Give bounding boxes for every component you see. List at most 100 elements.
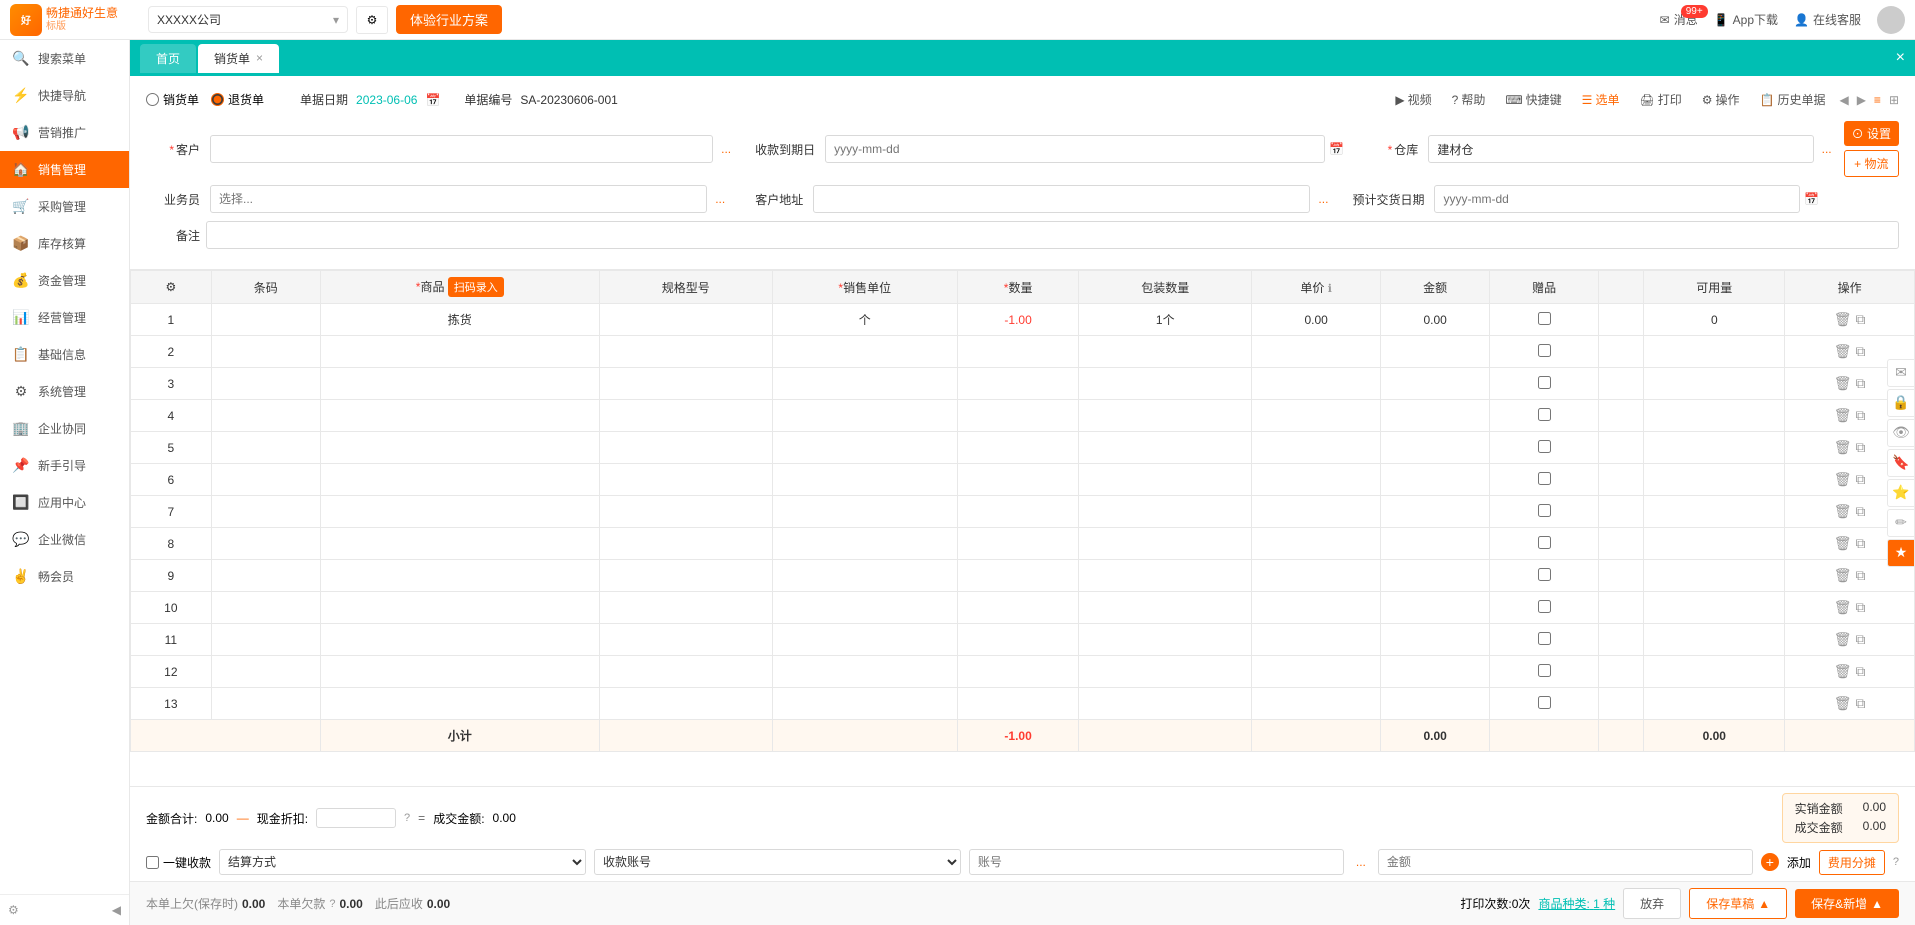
avatar[interactable] xyxy=(1877,6,1905,34)
delete-row-icon[interactable]: 🗑 xyxy=(1834,631,1852,648)
float-bookmark-btn[interactable]: 🔖 xyxy=(1887,449,1915,477)
sidebar-item-finance[interactable]: 💰 资金管理 xyxy=(0,262,129,299)
gift-checkbox-4[interactable] xyxy=(1538,408,1551,421)
operation-btn[interactable]: ⚙ 操作 xyxy=(1696,88,1746,111)
radio-sale-order[interactable]: 销货单 xyxy=(146,91,199,108)
account-dots-btn[interactable]: ... xyxy=(1352,855,1370,869)
warehouse-input[interactable] xyxy=(1428,135,1813,163)
gift-checkbox-8[interactable] xyxy=(1538,536,1551,549)
gift-checkbox-3[interactable] xyxy=(1538,376,1551,389)
help-btn[interactable]: ? 帮助 xyxy=(1446,88,1492,111)
copy-row-icon[interactable]: ⧉ xyxy=(1856,695,1866,712)
address-dots-btn[interactable]: ... xyxy=(1314,192,1332,206)
sidebar-item-sales[interactable]: 🏠 销售管理 xyxy=(0,151,129,188)
gift-checkbox-7[interactable] xyxy=(1538,504,1551,517)
company-selector[interactable]: XXXXX公司 ▾ xyxy=(148,6,348,33)
add-amount-btn[interactable]: + xyxy=(1761,853,1779,871)
gift-checkbox-12[interactable] xyxy=(1538,664,1551,677)
discard-button[interactable]: 放弃 xyxy=(1623,888,1681,919)
float-message-btn[interactable]: ✉ xyxy=(1887,359,1915,387)
cash-discount-input[interactable] xyxy=(316,808,396,828)
calc-method-select[interactable]: 结算方式 xyxy=(219,849,586,875)
message-button[interactable]: ✉ 消息 99+ xyxy=(1660,11,1698,28)
salesperson-dots-btn[interactable]: ... xyxy=(711,192,729,206)
gift-checkbox-11[interactable] xyxy=(1538,632,1551,645)
history-btn[interactable]: 📋 历史单据 xyxy=(1753,88,1831,111)
scan-btn[interactable]: 扫码录入 xyxy=(448,277,504,297)
tab-close-icon[interactable]: × xyxy=(256,51,263,65)
app-download-button[interactable]: 📱 App下载 xyxy=(1714,11,1778,28)
copy-row-icon[interactable]: ⧉ xyxy=(1856,599,1866,616)
delete-row-icon[interactable]: 🗑 xyxy=(1834,343,1852,360)
warehouse-dots-btn[interactable]: ... xyxy=(1818,142,1836,156)
account-no-input[interactable] xyxy=(969,849,1344,875)
copy-row-icon[interactable]: ⧉ xyxy=(1856,567,1866,584)
copy-row-icon[interactable]: ⧉ xyxy=(1856,535,1866,552)
logistics-btn[interactable]: + 物流 xyxy=(1844,150,1899,177)
copy-row-icon[interactable]: ⧉ xyxy=(1856,663,1866,680)
prev-icon[interactable]: ◀ xyxy=(1839,93,1848,107)
float-star-btn[interactable]: ⭐ xyxy=(1887,479,1915,507)
sidebar-collapse-icon[interactable]: ◀ xyxy=(112,903,121,917)
close-all-tabs-icon[interactable]: × xyxy=(1896,49,1905,67)
delete-row-icon[interactable]: 🗑 xyxy=(1834,375,1852,392)
float-orange-btn[interactable]: ★ xyxy=(1887,539,1915,567)
gift-checkbox-2[interactable] xyxy=(1538,344,1551,357)
one-click-pay-checkbox[interactable] xyxy=(146,856,159,869)
sidebar-item-newbie[interactable]: 📌 新手引导 xyxy=(0,447,129,484)
copy-row-icon[interactable]: ⧉ xyxy=(1856,439,1866,456)
sidebar-item-system[interactable]: ⚙ 系统管理 xyxy=(0,373,129,410)
float-edit-btn[interactable]: ✏ xyxy=(1887,509,1915,537)
due-date-calendar-icon[interactable]: 📅 xyxy=(1329,142,1344,156)
settings-btn[interactable]: ⊙ 设置 xyxy=(1844,121,1899,146)
sidebar-item-wechat[interactable]: 💬 企业微信 xyxy=(0,521,129,558)
sidebar-settings-icon[interactable]: ⚙ xyxy=(8,903,19,917)
sidebar-item-quick-nav[interactable]: ⚡ 快捷导航 xyxy=(0,77,129,114)
due-date-input[interactable] xyxy=(825,135,1325,163)
gift-checkbox-1[interactable] xyxy=(1538,312,1551,325)
customer-dots-btn[interactable]: ... xyxy=(717,142,735,156)
gift-checkbox-6[interactable] xyxy=(1538,472,1551,485)
copy-row-icon[interactable]: ⧉ xyxy=(1856,343,1866,360)
amount-input[interactable] xyxy=(1378,849,1753,875)
sidebar-item-inventory[interactable]: 📦 库存核算 xyxy=(0,225,129,262)
expected-date-calendar-icon[interactable]: 📅 xyxy=(1804,192,1819,206)
sidebar-item-search[interactable]: 🔍 搜索菜单 xyxy=(0,40,129,77)
save-new-button[interactable]: 保存&新增 ▲ xyxy=(1795,889,1899,918)
save-draft-button[interactable]: 保存草稿 ▲ xyxy=(1689,888,1787,919)
delete-row-icon[interactable]: 🗑 xyxy=(1834,311,1852,328)
video-btn[interactable]: ▶ 视频 xyxy=(1389,88,1437,111)
th-settings[interactable]: ⚙ xyxy=(131,271,212,304)
gift-checkbox-13[interactable] xyxy=(1538,696,1551,709)
next-icon[interactable]: ▶ xyxy=(1857,93,1866,107)
delete-row-icon[interactable]: 🗑 xyxy=(1834,599,1852,616)
copy-row-icon[interactable]: ⧉ xyxy=(1856,471,1866,488)
copy-row-icon[interactable]: ⧉ xyxy=(1856,503,1866,520)
expense-info-icon[interactable]: ? xyxy=(1893,856,1899,868)
gift-checkbox-10[interactable] xyxy=(1538,600,1551,613)
print-btn[interactable]: 🖨 打印 xyxy=(1633,88,1687,111)
settings-icon[interactable]: ⚙ xyxy=(356,6,388,34)
due-info-icon[interactable]: ? xyxy=(329,898,335,910)
sidebar-item-marketing[interactable]: 📢 营销推广 xyxy=(0,114,129,151)
select-order-btn[interactable]: ☰ 选单 xyxy=(1576,88,1626,111)
copy-row-icon[interactable]: ⧉ xyxy=(1856,375,1866,392)
grid-view-icon[interactable]: ⊞ xyxy=(1889,93,1899,107)
shortcut-btn[interactable]: ⌨ 快捷键 xyxy=(1499,88,1567,111)
expense-split-btn[interactable]: 费用分摊 xyxy=(1819,850,1885,875)
gift-checkbox-9[interactable] xyxy=(1538,568,1551,581)
float-lock-btn[interactable]: 🔒 xyxy=(1887,389,1915,417)
expected-date-input[interactable] xyxy=(1434,185,1800,213)
delete-row-icon[interactable]: 🗑 xyxy=(1834,407,1852,424)
remarks-input[interactable] xyxy=(206,221,1899,249)
delete-row-icon[interactable]: 🗑 xyxy=(1834,471,1852,488)
delete-row-icon[interactable]: 🗑 xyxy=(1834,535,1852,552)
sidebar-item-basic-info[interactable]: 📋 基础信息 xyxy=(0,336,129,373)
tab-home[interactable]: 首页 xyxy=(140,44,196,73)
sidebar-item-member[interactable]: ✌ 畅会员 xyxy=(0,558,129,595)
copy-row-icon[interactable]: ⧉ xyxy=(1856,311,1866,328)
calendar-icon[interactable]: 📅 xyxy=(425,93,440,107)
delete-row-icon[interactable]: 🗑 xyxy=(1834,503,1852,520)
customer-input[interactable] xyxy=(210,135,713,163)
discount-info-icon[interactable]: ? xyxy=(404,812,410,824)
